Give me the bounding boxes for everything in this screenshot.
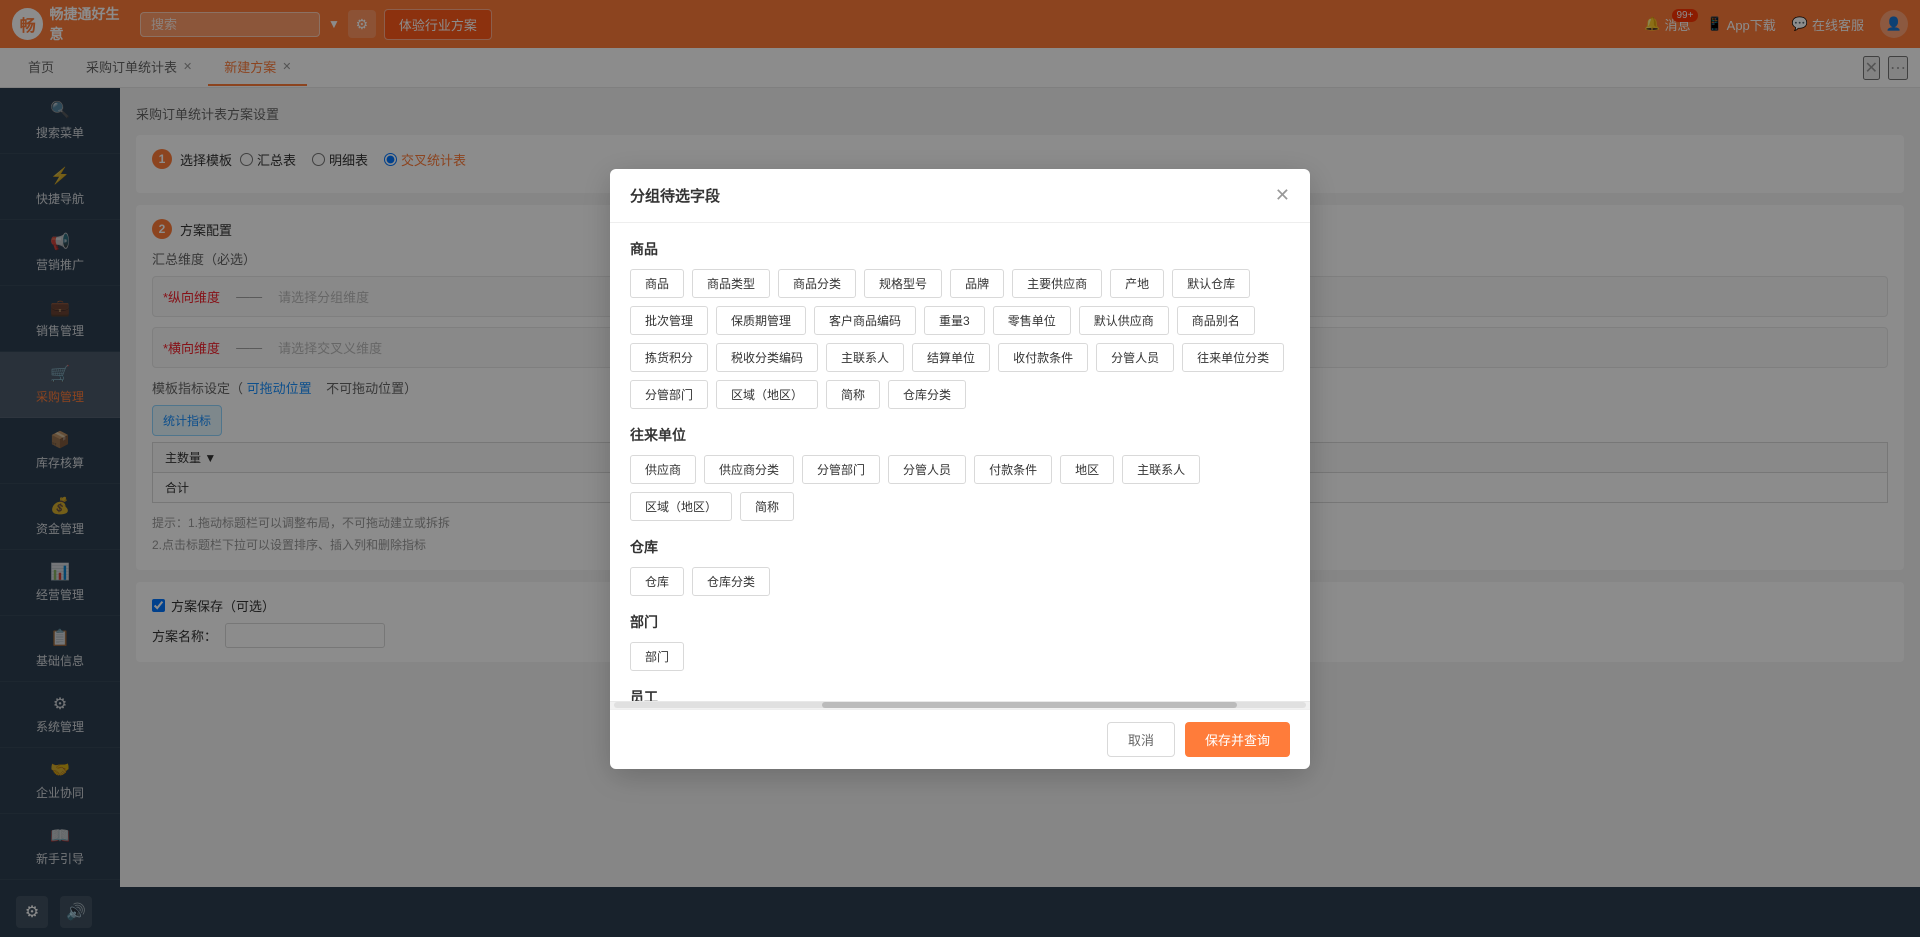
field-tag-goods-category[interactable]: 商品分类 [778, 269, 856, 298]
field-tag-shelf-life[interactable]: 保质期管理 [716, 306, 806, 335]
field-region-partner[interactable]: 区域（地区） [630, 492, 732, 521]
scrollbar-track [614, 702, 1306, 708]
modal-field-selector: 分组待选字段 ✕ 商品 商品 商品类型 商品分类 规格型号 品牌 主要供应商 产… [610, 169, 1310, 769]
field-tag-weight[interactable]: 重量3 [924, 306, 985, 335]
scrollbar-thumb [822, 702, 1237, 708]
field-partner-dept[interactable]: 分管部门 [802, 455, 880, 484]
field-tag-batch-mgmt[interactable]: 批次管理 [630, 306, 708, 335]
section-goods-title: 商品 [630, 239, 1290, 259]
field-tag-pick-points[interactable]: 拣货积分 [630, 343, 708, 372]
field-tag-customer-code[interactable]: 客户商品编码 [814, 306, 916, 335]
modal-overlay: 分组待选字段 ✕ 商品 商品 商品类型 商品分类 规格型号 品牌 主要供应商 产… [0, 0, 1920, 937]
confirm-button[interactable]: 保存并查询 [1185, 722, 1290, 757]
field-tag-partner-category[interactable]: 往来单位分类 [1182, 343, 1284, 372]
field-tag-default-warehouse[interactable]: 默认仓库 [1172, 269, 1250, 298]
modal-footer: 取消 保存并查询 [610, 709, 1310, 769]
field-supplier-category[interactable]: 供应商分类 [704, 455, 794, 484]
field-tag-warehouse-category[interactable]: 仓库分类 [888, 380, 966, 409]
section-warehouse: 仓库 仓库 仓库分类 [630, 537, 1290, 596]
field-tag-goods-alias[interactable]: 商品别名 [1177, 306, 1255, 335]
field-tag-main-supplier[interactable]: 主要供应商 [1012, 269, 1102, 298]
field-payment-cond[interactable]: 付款条件 [974, 455, 1052, 484]
section-goods-fields: 商品 商品类型 商品分类 规格型号 品牌 主要供应商 产地 默认仓库 批次管理 … [630, 269, 1290, 409]
section-partner-fields: 供应商 供应商分类 分管部门 分管人员 付款条件 地区 主联系人 区域（地区） … [630, 455, 1290, 521]
field-warehouse-cat[interactable]: 仓库分类 [692, 567, 770, 596]
section-partner-title: 往来单位 [630, 425, 1290, 445]
field-tag-supervisor[interactable]: 分管人员 [1096, 343, 1174, 372]
modal-title: 分组待选字段 [630, 185, 720, 206]
field-tag-default-supplier[interactable]: 默认供应商 [1079, 306, 1169, 335]
field-tag-brand[interactable]: 品牌 [950, 269, 1004, 298]
field-tag-spec-model[interactable]: 规格型号 [864, 269, 942, 298]
modal-header: 分组待选字段 ✕ [610, 169, 1310, 223]
field-tag-main-contact[interactable]: 主联系人 [826, 343, 904, 372]
section-dept-fields: 部门 [630, 642, 1290, 671]
section-department: 部门 部门 [630, 612, 1290, 671]
field-tag-retail-unit[interactable]: 零售单位 [993, 306, 1071, 335]
field-tag-goods-type[interactable]: 商品类型 [692, 269, 770, 298]
section-employee: 员工 业务员 [630, 687, 1290, 701]
section-emp-title: 员工 [630, 687, 1290, 701]
cancel-button[interactable]: 取消 [1107, 722, 1175, 757]
field-main-contact-partner[interactable]: 主联系人 [1122, 455, 1200, 484]
section-partner: 往来单位 供应商 供应商分类 分管部门 分管人员 付款条件 地区 主联系人 区域… [630, 425, 1290, 521]
section-warehouse-title: 仓库 [630, 537, 1290, 557]
section-dept-title: 部门 [630, 612, 1290, 632]
modal-body[interactable]: 商品 商品 商品类型 商品分类 规格型号 品牌 主要供应商 产地 默认仓库 批次… [610, 223, 1310, 701]
field-tag-payment-terms[interactable]: 收付款条件 [998, 343, 1088, 372]
field-supplier[interactable]: 供应商 [630, 455, 696, 484]
field-tag-dept[interactable]: 分管部门 [630, 380, 708, 409]
field-tag-settlement-unit[interactable]: 结算单位 [912, 343, 990, 372]
field-area[interactable]: 地区 [1060, 455, 1114, 484]
section-warehouse-fields: 仓库 仓库分类 [630, 567, 1290, 596]
field-partner-supervisor[interactable]: 分管人员 [888, 455, 966, 484]
modal-scrollbar-bottom[interactable] [610, 701, 1310, 709]
field-tag-region[interactable]: 区域（地区） [716, 380, 818, 409]
field-tag-origin[interactable]: 产地 [1110, 269, 1164, 298]
field-short-name-partner[interactable]: 简称 [740, 492, 794, 521]
modal-close-button[interactable]: ✕ [1275, 185, 1290, 206]
section-goods: 商品 商品 商品类型 商品分类 规格型号 品牌 主要供应商 产地 默认仓库 批次… [630, 239, 1290, 409]
field-tag-short-name[interactable]: 简称 [826, 380, 880, 409]
field-department[interactable]: 部门 [630, 642, 684, 671]
field-tag-goods[interactable]: 商品 [630, 269, 684, 298]
field-tag-tax-code[interactable]: 税收分类编码 [716, 343, 818, 372]
field-warehouse[interactable]: 仓库 [630, 567, 684, 596]
